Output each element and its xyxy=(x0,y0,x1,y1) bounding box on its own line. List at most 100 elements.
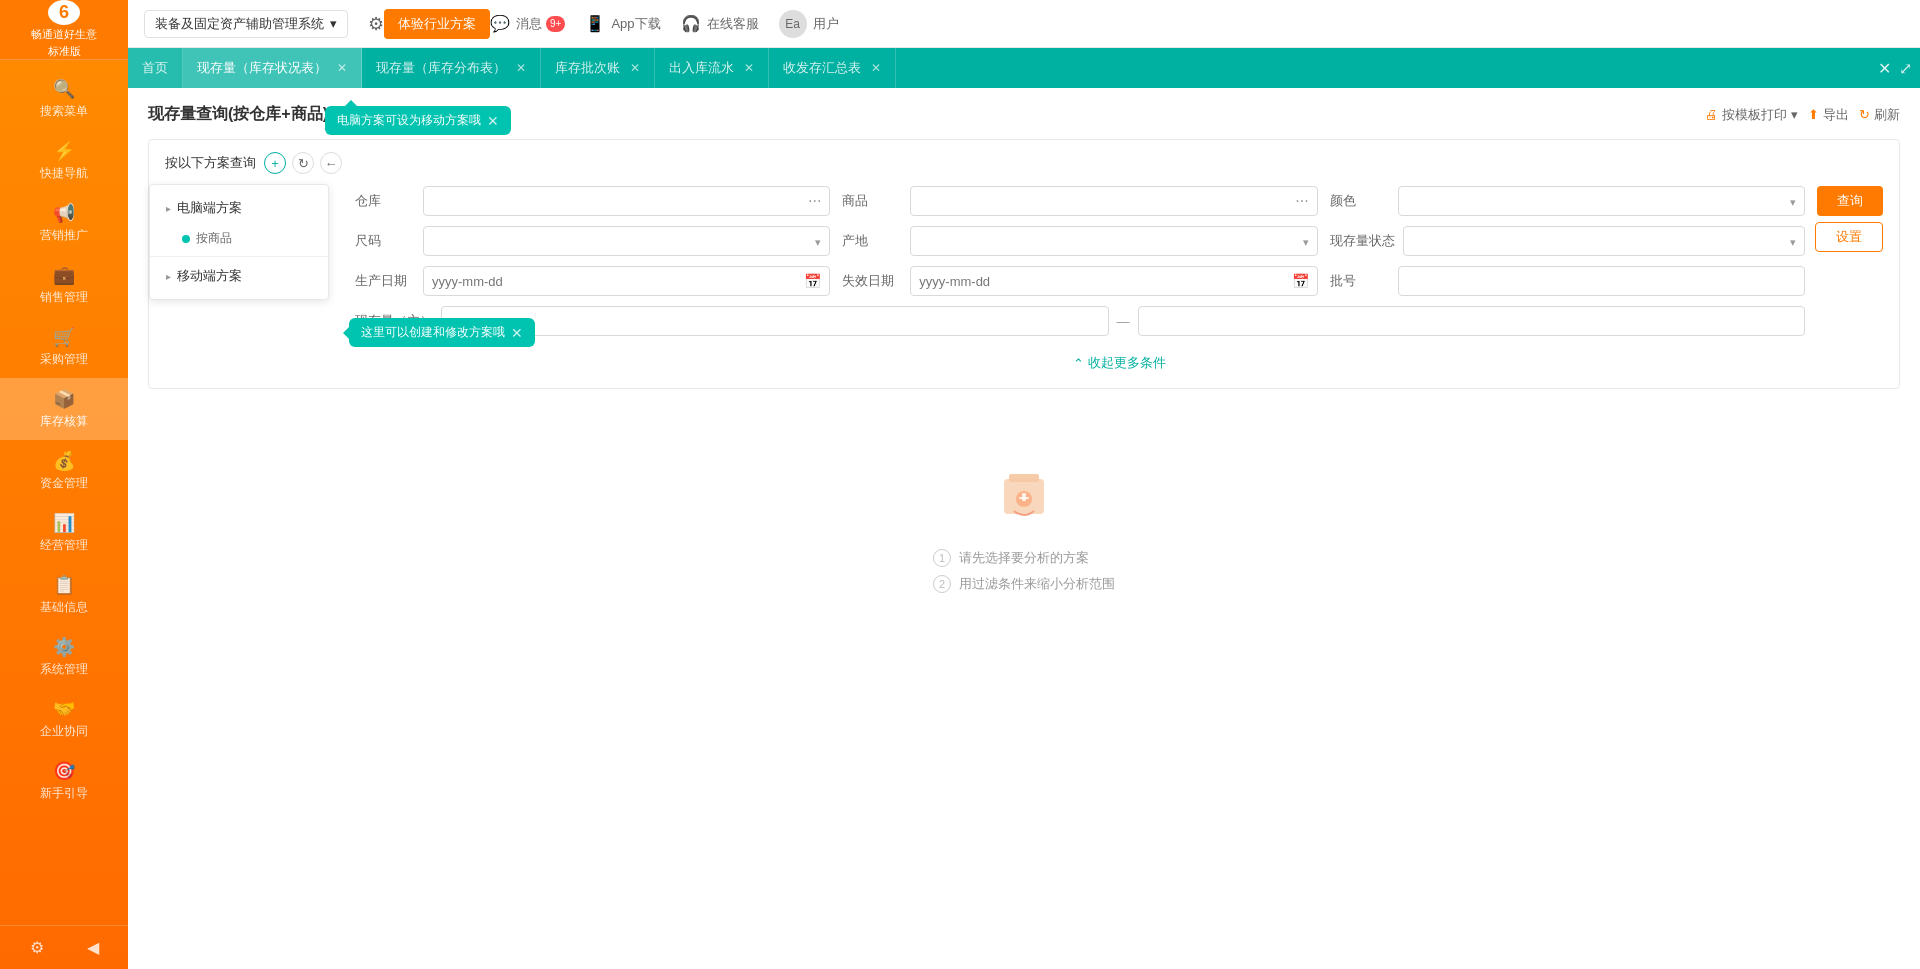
user-action[interactable]: Ea 用户 xyxy=(779,10,839,38)
tree-mobile-arrow: ▸ xyxy=(166,271,171,282)
product-select[interactable]: ··· xyxy=(910,186,1317,216)
sidebar-item-basic[interactable]: 📋 基础信息 xyxy=(0,564,128,626)
sidebar-label-search: 搜索菜单 xyxy=(40,103,88,120)
product-dots: ··· xyxy=(1295,192,1308,210)
query-section: 按以下方案查询 + ↻ ← 电脑方案可设为移动方案哦 ✕ 这里可以创建和修改方案… xyxy=(148,139,1900,389)
sidebar-item-finance[interactable]: 💰 资金管理 xyxy=(0,440,128,502)
collapse-bar[interactable]: ⌃ 收起更多条件 xyxy=(355,346,1883,376)
system-selector[interactable]: 装备及固定资产辅助管理系统 ▾ xyxy=(144,10,348,38)
tab-fullscreen-icon[interactable]: ⤢ xyxy=(1899,59,1912,78)
query-row-1-grid: 仓库 ··· 商品 xyxy=(355,186,1805,216)
expiry-date-field[interactable] xyxy=(919,274,1285,289)
origin-select[interactable] xyxy=(910,226,1317,256)
svg-rect-1 xyxy=(1009,474,1039,482)
collapse-sidebar-icon[interactable]: ◀ xyxy=(87,938,99,957)
tab-close-batch-account[interactable]: ✕ xyxy=(630,61,640,75)
svg-rect-4 xyxy=(1022,493,1026,501)
tab-inventory-status[interactable]: 现存量（库存状况表） ✕ xyxy=(183,48,362,88)
collapse-up-icon: ⌃ xyxy=(1073,356,1084,371)
field-production-date-label: 生产日期 xyxy=(355,272,415,290)
settings-icon[interactable]: ⚙ xyxy=(30,938,44,957)
tab-receive-summary[interactable]: 收发存汇总表 ✕ xyxy=(769,48,896,88)
sidebar-label-basic: 基础信息 xyxy=(40,599,88,616)
phone-icon: 📱 xyxy=(585,14,605,33)
sidebar-item-guide[interactable]: 🎯 新手引导 xyxy=(0,750,128,812)
tab-close-all-icon[interactable]: ✕ xyxy=(1878,59,1891,78)
tab-close-inventory-status[interactable]: ✕ xyxy=(337,61,347,75)
field-expiry-date-label: 失效日期 xyxy=(842,272,902,290)
sidebar-label-shortcut: 快捷导航 xyxy=(40,165,88,182)
production-date-input[interactable]: 📅 xyxy=(423,266,830,296)
tab-close-receive-summary[interactable]: ✕ xyxy=(871,61,881,75)
gear-icon[interactable]: ⚙ xyxy=(368,13,384,35)
add-scheme-btn[interactable]: + xyxy=(264,152,286,174)
print-btn[interactable]: 🖨 按模板打印 ▾ xyxy=(1705,106,1798,124)
field-expiry-date: 失效日期 📅 xyxy=(842,266,1317,296)
purchase-icon: 🛒 xyxy=(53,326,75,348)
tab-home[interactable]: 首页 xyxy=(128,48,183,88)
tree-pc-scheme[interactable]: ▸ 电脑端方案 xyxy=(150,193,328,223)
query-row-4: 现存量（主） — xyxy=(355,306,1805,336)
range-separator: — xyxy=(1117,314,1130,329)
stock-qty-min[interactable] xyxy=(441,306,1109,336)
message-action[interactable]: 💬 消息 9+ xyxy=(490,14,565,33)
sidebar-bottom: ⚙ ◀ xyxy=(0,925,128,969)
color-select[interactable] xyxy=(1398,186,1805,216)
query-row-2-grid: 尺码 产地 xyxy=(355,226,1805,256)
industry-btn[interactable]: 体验行业方案 xyxy=(384,9,490,39)
sidebar-item-search[interactable]: 🔍 搜索菜单 xyxy=(0,68,128,130)
sidebar-item-purchase[interactable]: 🛒 采购管理 xyxy=(0,316,128,378)
stock-status-select[interactable] xyxy=(1403,226,1805,256)
app-download-label: App下载 xyxy=(611,15,660,33)
warehouse-select[interactable]: ··· xyxy=(423,186,830,216)
tree-pc-item[interactable]: 按商品 xyxy=(196,230,232,247)
query-header: 按以下方案查询 + ↻ ← 电脑方案可设为移动方案哦 ✕ xyxy=(165,152,1883,174)
title-actions: 🖨 按模板打印 ▾ ⬆ 导出 ↻ 刷新 xyxy=(1705,106,1900,124)
tab-inout-flow[interactable]: 出入库流水 ✕ xyxy=(655,48,769,88)
expiry-date-input[interactable]: 📅 xyxy=(910,266,1317,296)
tab-batch-account[interactable]: 库存批次账 ✕ xyxy=(541,48,655,88)
system-icon: ⚙️ xyxy=(53,636,75,658)
stock-qty-max[interactable] xyxy=(1138,306,1806,336)
online-support-action[interactable]: 🎧 在线客服 xyxy=(681,14,759,33)
tab-bar: 首页 现存量（库存状况表） ✕ 现存量（库存分布表） ✕ 库存批次账 ✕ 出入库… xyxy=(128,48,1920,88)
message-icon: 💬 xyxy=(490,14,510,33)
system-selector-chevron: ▾ xyxy=(330,16,337,31)
sidebar-item-marketing[interactable]: 📢 营销推广 xyxy=(0,192,128,254)
tree-mobile-scheme[interactable]: ▸ 移动端方案 xyxy=(150,261,328,291)
field-origin: 产地 xyxy=(842,226,1317,256)
export-btn[interactable]: ⬆ 导出 xyxy=(1808,106,1849,124)
batch-input[interactable] xyxy=(1398,266,1805,296)
query-btn-group: 查询 设置 xyxy=(1815,186,1883,252)
field-stock-status-label: 现存量状态 xyxy=(1330,232,1395,250)
sidebar-item-inventory[interactable]: 📦 库存核算 xyxy=(0,378,128,440)
sidebar-item-system[interactable]: ⚙️ 系统管理 xyxy=(0,626,128,688)
sidebar-label-system: 系统管理 xyxy=(40,661,88,678)
tab-close-inout-flow[interactable]: ✕ xyxy=(744,61,754,75)
tab-inventory-dist[interactable]: 现存量（库存分布表） ✕ xyxy=(362,48,541,88)
sidebar-label-operations: 经营管理 xyxy=(40,537,88,554)
setup-button[interactable]: 设置 xyxy=(1815,222,1883,252)
production-date-field[interactable] xyxy=(432,274,798,289)
refresh-scheme-btn[interactable]: ↻ xyxy=(292,152,314,174)
sidebar-item-shortcut[interactable]: ⚡ 快捷导航 xyxy=(0,130,128,192)
query-fields-container: 仓库 ··· 商品 xyxy=(355,186,1883,376)
print-chevron: ▾ xyxy=(1791,107,1798,122)
field-batch: 批号 xyxy=(1330,266,1805,296)
tab-close-inventory-dist[interactable]: ✕ xyxy=(516,61,526,75)
tooltip2-close[interactable]: ✕ xyxy=(511,325,523,341)
back-scheme-btn[interactable]: ← xyxy=(320,152,342,174)
sidebar-item-enterprise[interactable]: 🤝 企业协同 xyxy=(0,688,128,750)
size-select[interactable] xyxy=(423,226,830,256)
sidebar-item-sales[interactable]: 💼 销售管理 xyxy=(0,254,128,316)
sidebar-item-operations[interactable]: 📊 经营管理 xyxy=(0,502,128,564)
app-download-action[interactable]: 📱 App下载 xyxy=(585,14,660,33)
tooltip1-close[interactable]: ✕ xyxy=(487,113,499,129)
message-label: 消息 xyxy=(516,15,542,33)
tree-pc-label: 电脑端方案 xyxy=(177,199,242,217)
field-color: 颜色 xyxy=(1330,186,1805,216)
query-button[interactable]: 查询 xyxy=(1817,186,1883,216)
refresh-btn[interactable]: ↻ 刷新 xyxy=(1859,106,1900,124)
tip-num-2: 2 xyxy=(933,575,951,593)
field-color-label: 颜色 xyxy=(1330,192,1390,210)
